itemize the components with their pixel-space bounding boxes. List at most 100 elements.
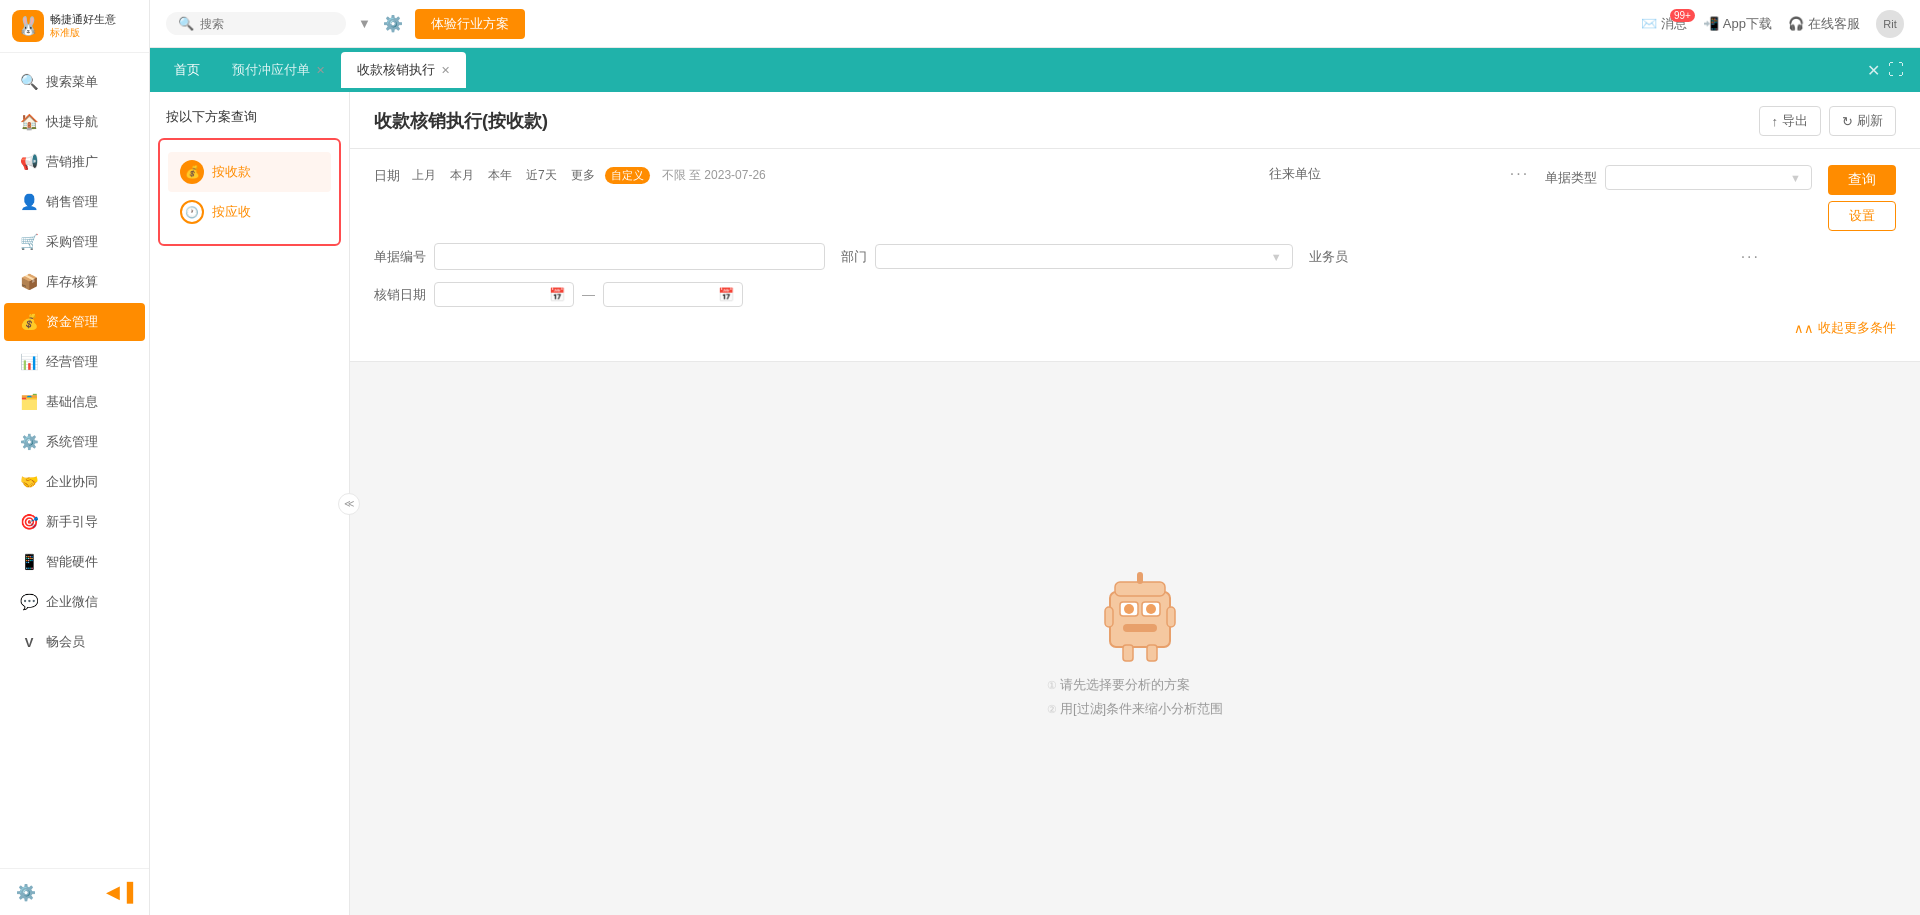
message-badge[interactable]: ✉️ 消息 99+ (1641, 15, 1687, 33)
settings-icon[interactable]: ⚙️ (16, 883, 36, 902)
dept-input[interactable] (886, 249, 1264, 264)
page-actions: ↑ 导出 ↻ 刷新 (1759, 106, 1897, 136)
sidebar-item-label: 营销推广 (46, 153, 98, 171)
tab-home[interactable]: 首页 (158, 52, 216, 88)
sidebar-item-wechat[interactable]: 💬 企业微信 (4, 583, 145, 621)
sidebar-item-label: 智能硬件 (46, 553, 98, 571)
doc-type-input[interactable] (1616, 170, 1784, 185)
date-more[interactable]: 更多 (567, 165, 599, 186)
app-icon: 📲 (1703, 16, 1719, 31)
receipt-icon: 💰 (180, 160, 204, 184)
collapse-sidebar-btn[interactable]: ◀▐ (106, 881, 133, 903)
date-this-month[interactable]: 本月 (446, 165, 478, 186)
sidebar-item-inventory[interactable]: 📦 库存核算 (4, 263, 145, 301)
wechat-icon: 💬 (20, 593, 38, 611)
refresh-button[interactable]: ↻ 刷新 (1829, 106, 1896, 136)
dept-dropdown[interactable]: ▼ (875, 244, 1292, 269)
date-this-year[interactable]: 本年 (484, 165, 516, 186)
user-avatar[interactable]: Rit (1876, 10, 1904, 38)
date-label: 日期 (374, 167, 400, 185)
sidebar-item-system[interactable]: ⚙️ 系统管理 (4, 423, 145, 461)
topbar-actions: ✉️ 消息 99+ 📲 App下载 🎧 在线客服 Rit (1641, 10, 1904, 38)
sidebar-item-label: 资金管理 (46, 313, 98, 331)
solution-button[interactable]: 体验行业方案 (415, 9, 525, 39)
username: Rit (1883, 18, 1896, 30)
app-version: 标准版 (50, 26, 116, 40)
topbar-search-box[interactable]: 🔍 (166, 12, 346, 35)
main-area: 🔍 ▼ ⚙️ 体验行业方案 ✉️ 消息 99+ 📲 App下载 🎧 在线客服 R… (150, 0, 1920, 915)
settings-gear-icon[interactable]: ⚙️ (383, 14, 403, 33)
date-no-limit: 不限 至 2023-07-26 (662, 167, 766, 184)
calendar-end-icon[interactable]: 📅 (718, 287, 734, 302)
tab-prepay-close[interactable]: ✕ (316, 64, 325, 77)
tab-receivables-label: 收款核销执行 (357, 61, 435, 79)
sidebar-item-quicknav[interactable]: 🏠 快捷导航 (4, 103, 145, 141)
doc-type-dropdown[interactable]: ▼ (1605, 165, 1812, 190)
home-icon: 🏠 (20, 113, 38, 131)
receivable-icon: 🕐 (180, 200, 204, 224)
sidebar-item-label: 采购管理 (46, 233, 98, 251)
sidebar-item-sales[interactable]: 👤 销售管理 (4, 183, 145, 221)
online-service-btn[interactable]: 🎧 在线客服 (1788, 15, 1860, 33)
topbar: 🔍 ▼ ⚙️ 体验行业方案 ✉️ 消息 99+ 📲 App下载 🎧 在线客服 R… (150, 0, 1920, 48)
sidebar-item-newbie[interactable]: 🎯 新手引导 (4, 503, 145, 541)
sidebar-nav: 🔍 搜索菜单 🏠 快捷导航 📢 营销推广 👤 销售管理 🛒 采购管理 📦 库存核… (0, 53, 149, 868)
verify-date-start-input[interactable]: 2023-03-01 (443, 287, 543, 302)
sidebar-item-marketing[interactable]: 📢 营销推广 (4, 143, 145, 181)
sidebar-item-basic[interactable]: 🗂️ 基础信息 (4, 383, 145, 421)
verify-date-end-field[interactable]: 2023-07-21 📅 (603, 282, 743, 307)
app-name: 畅捷通好生意 (50, 12, 116, 26)
receipt-label: 按收款 (212, 163, 251, 181)
tab-receivables-close[interactable]: ✕ (441, 64, 450, 77)
doc-no-input[interactable] (434, 243, 825, 270)
sidebar: 🐰 畅捷通好生意 标准版 🔍 搜索菜单 🏠 快捷导航 📢 营销推广 👤 销售管理… (0, 0, 150, 915)
sidebar-item-label: 畅会员 (46, 633, 85, 651)
date-7days[interactable]: 近7天 (522, 165, 561, 186)
query-options-box: 💰 按收款 🕐 按应收 (158, 138, 341, 246)
settings-button[interactable]: 设置 (1828, 201, 1896, 231)
verify-date-start-field[interactable]: 2023-03-01 📅 (434, 282, 574, 307)
query-by-receivable[interactable]: 🕐 按应收 (168, 192, 331, 232)
date-last-month[interactable]: 上月 (408, 165, 440, 186)
sidebar-item-hardware[interactable]: 📱 智能硬件 (4, 543, 145, 581)
left-panel-title: 按以下方案查询 (158, 108, 341, 126)
partner-dots-btn[interactable]: ··· (1510, 165, 1529, 183)
query-by-receipt[interactable]: 💰 按收款 (168, 152, 331, 192)
inventory-icon: 📦 (20, 273, 38, 291)
tab-home-label: 首页 (174, 61, 200, 79)
doc-no-label: 单据编号 (374, 248, 426, 266)
right-panel: 收款核销执行(按收款) ↑ 导出 ↻ 刷新 (350, 92, 1920, 915)
dropdown-arrow-icon: ▼ (1790, 172, 1801, 184)
tab-prepay[interactable]: 预付冲应付单 ✕ (216, 52, 341, 88)
sidebar-item-finance[interactable]: 💰 资金管理 (4, 303, 145, 341)
collapse-conditions-btn[interactable]: ∧∧ 收起更多条件 (374, 311, 1896, 345)
partner-label: 往来单位 (1269, 165, 1321, 183)
finance-icon: 💰 (20, 313, 38, 331)
dept-label: 部门 (841, 248, 867, 266)
sidebar-item-enterprise[interactable]: 🤝 企业协同 (4, 463, 145, 501)
sidebar-item-operation[interactable]: 📊 经营管理 (4, 343, 145, 381)
tab-maximize-btn[interactable]: ⛶ (1888, 61, 1904, 79)
refresh-icon: ↻ (1842, 114, 1853, 129)
search-input[interactable] (200, 17, 320, 31)
date-custom-tag[interactable]: 自定义 (605, 167, 650, 184)
staff-dots-btn[interactable]: ··· (1741, 248, 1760, 266)
app-download-btn[interactable]: 📲 App下载 (1703, 15, 1772, 33)
tab-close-window-btn[interactable]: ✕ (1867, 61, 1880, 80)
dropdown-arrow-icon[interactable]: ▼ (358, 16, 371, 31)
svg-point-3 (1124, 604, 1134, 614)
query-button[interactable]: 查询 (1828, 165, 1896, 195)
sidebar-item-label: 销售管理 (46, 193, 98, 211)
purchase-icon: 🛒 (20, 233, 38, 251)
export-button[interactable]: ↑ 导出 (1759, 106, 1822, 136)
sidebar-item-purchase[interactable]: 🛒 采购管理 (4, 223, 145, 261)
collapse-left-panel-btn[interactable]: ≪ (338, 493, 360, 515)
logo-icon: 🐰 (12, 10, 44, 42)
tab-prepay-label: 预付冲应付单 (232, 61, 310, 79)
sidebar-item-search[interactable]: 🔍 搜索菜单 (4, 63, 145, 101)
tab-receivables[interactable]: 收款核销执行 ✕ (341, 52, 466, 88)
sidebar-item-member[interactable]: V 畅会员 (4, 623, 145, 661)
verify-date-end-input[interactable]: 2023-07-21 (612, 287, 712, 302)
basic-icon: 🗂️ (20, 393, 38, 411)
calendar-start-icon[interactable]: 📅 (549, 287, 565, 302)
